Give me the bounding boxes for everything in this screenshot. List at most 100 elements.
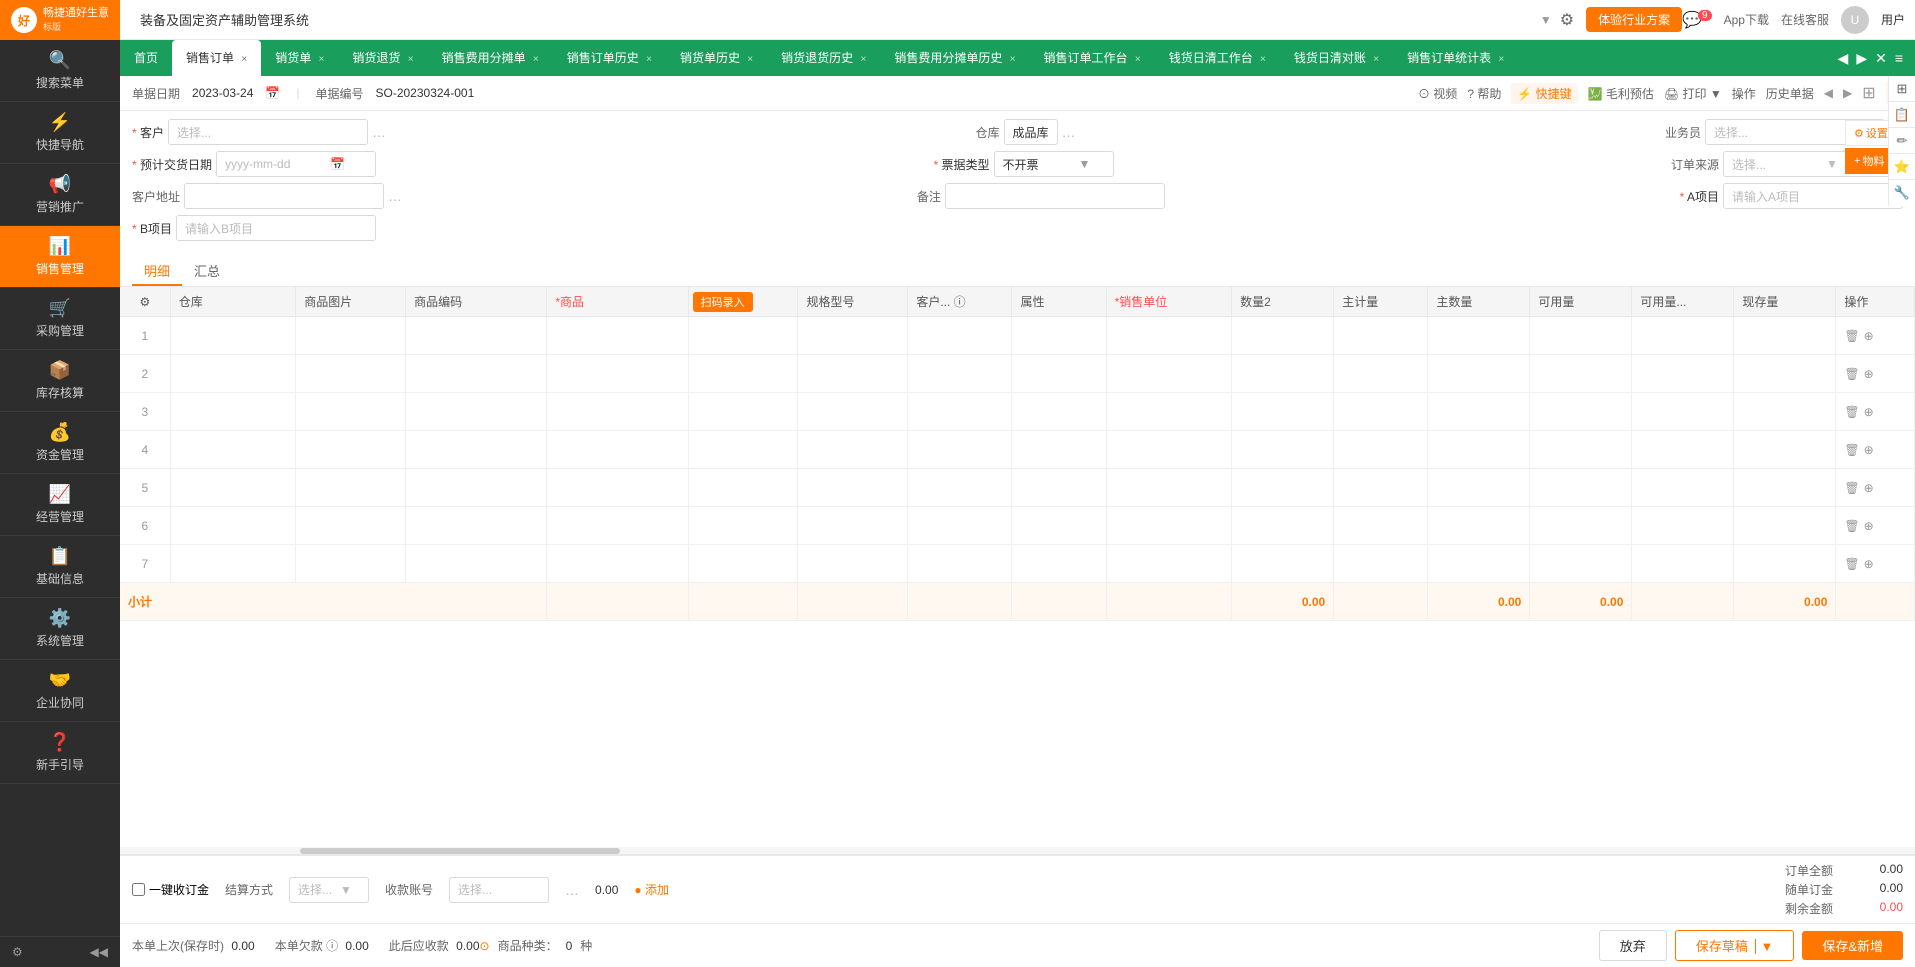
tab-close-all-icon[interactable]: ✕ [1871,50,1891,67]
one-click-payment-checkbox[interactable]: 一键收订金 [132,881,209,898]
tab-expense-history[interactable]: 销售费用分摊单历史 × [880,40,1029,76]
customer-address-input[interactable] [184,183,384,209]
row2-copy-icon[interactable]: ⊕ [1864,367,1874,381]
row7-product-code[interactable] [406,545,547,583]
save-new-button[interactable]: 保存&新增 [1802,931,1903,960]
row2-product-code[interactable] [406,355,547,393]
tab-close-icon[interactable]: × [1498,54,1504,65]
invoice-type-select[interactable]: 不开票 ▼ [994,151,1114,177]
row7-main-unit[interactable] [1334,545,1428,583]
sidebar-collapse-icon[interactable]: ◀◀ [90,945,108,959]
tab-prev-icon[interactable]: ◀ [1834,50,1853,67]
sidebar-item-search[interactable]: 🔍 搜索菜单 [0,40,120,102]
row4-warehouse[interactable] [170,431,296,469]
row6-product-code[interactable] [406,507,547,545]
row3-product[interactable] [547,393,688,431]
row5-main-qty[interactable] [1428,469,1530,507]
row7-warehouse[interactable] [170,545,296,583]
row4-sales-unit[interactable] [1106,431,1232,469]
payment-checkbox[interactable] [132,883,145,896]
tab-close-icon[interactable]: × [319,54,325,65]
address-more-icon[interactable]: … [388,188,402,204]
tab-close-icon[interactable]: × [646,54,652,65]
row3-qty2[interactable] [1232,393,1334,431]
save-draft-arrow-icon[interactable]: ▼ [1755,939,1773,954]
sidebar-item-marketing[interactable]: 📢 营销推广 [0,164,120,226]
tab-daily-reconcile[interactable]: 钱货日清对账 × [1280,40,1393,76]
row3-main-unit[interactable] [1334,393,1428,431]
row6-spec[interactable] [798,507,908,545]
right-panel-btn-1[interactable]: ⊞ [1889,76,1915,102]
tab-return-history[interactable]: 销货退货历史 × [767,40,880,76]
row4-customer-code[interactable] [908,431,1012,469]
tab-close-icon[interactable]: × [1373,54,1379,65]
history-btn[interactable]: 历史单据 [1766,85,1814,102]
sidebar-item-purchase[interactable]: 🛒 采购管理 [0,288,120,350]
industry-plan-button[interactable]: 体验行业方案 [1586,7,1682,32]
row5-qty2[interactable] [1232,469,1334,507]
dropdown-arrow-icon[interactable]: ▼ [1540,13,1552,27]
row7-sales-unit[interactable] [1106,545,1232,583]
row4-product-code[interactable] [406,431,547,469]
row1-copy-icon[interactable]: ⊕ [1864,329,1874,343]
scrollbar-thumb[interactable] [300,848,620,854]
row2-product[interactable] [547,355,688,393]
tab-daily-workbench[interactable]: 钱货日清工作台 × [1155,40,1280,76]
row3-attribute[interactable] [1012,393,1106,431]
row5-delete-icon[interactable]: 🗑 [1844,481,1859,495]
customer-more-icon[interactable]: … [372,124,386,140]
shortcut-btn[interactable]: ⚡ 快捷键 [1511,83,1577,104]
row6-delete-icon[interactable]: 🗑 [1844,519,1859,533]
sidebar-item-inventory[interactable]: 📦 库存核算 [0,350,120,412]
row1-delete-icon[interactable]: 🗑 [1844,329,1859,343]
row7-delete-icon[interactable]: 🗑 [1844,557,1859,571]
app-download-link[interactable]: App下载 [1724,11,1769,28]
add-receipt-btn[interactable]: ● 添加 [634,881,669,898]
row4-delete-icon[interactable]: 🗑 [1844,443,1859,457]
tab-sales-expense[interactable]: 销售费用分摊单 × [428,40,553,76]
row1-qty2[interactable] [1232,317,1334,355]
row2-customer-code[interactable] [908,355,1012,393]
row4-qty2[interactable] [1232,431,1334,469]
tab-sales-stats[interactable]: 销售订单统计表 × [1393,40,1518,76]
save-draft-button[interactable]: 保存草稿 ▼ [1675,930,1795,961]
row1-main-unit[interactable] [1334,317,1428,355]
row1-product-code[interactable] [406,317,547,355]
receipt-account-input[interactable]: 选择... [449,877,549,903]
row5-warehouse[interactable] [170,469,296,507]
nav-prev-icon[interactable]: ◀ [1824,86,1833,100]
row5-spec[interactable] [798,469,908,507]
row5-customer-code[interactable] [908,469,1012,507]
row4-main-qty[interactable] [1428,431,1530,469]
row4-spec[interactable] [798,431,908,469]
col-settings[interactable]: ⚙ [120,287,170,317]
row7-spec[interactable] [798,545,908,583]
tab-sales-order-history[interactable]: 销售订单历史 × [553,40,666,76]
row4-copy-icon[interactable]: ⊕ [1864,443,1874,457]
customer-input[interactable]: 选择... [168,119,368,145]
row2-delete-icon[interactable]: 🗑 [1844,367,1859,381]
receipt-more-icon[interactable]: … [565,882,579,898]
row6-warehouse[interactable] [170,507,296,545]
row3-spec[interactable] [798,393,908,431]
sidebar-item-guide[interactable]: ❓ 新手引导 [0,722,120,784]
product-count-icon[interactable]: ⊙ [480,939,490,953]
row5-attribute[interactable] [1012,469,1106,507]
row7-main-qty[interactable] [1428,545,1530,583]
delivery-date-input[interactable]: yyyy-mm-dd 📅 [216,151,376,177]
warehouse-more-icon[interactable]: … [1062,124,1076,140]
message-icon[interactable]: 💬9 [1682,10,1711,30]
tab-invoice-history[interactable]: 销货单历史 × [666,40,767,76]
row7-qty2[interactable] [1232,545,1334,583]
row6-customer-code[interactable] [908,507,1012,545]
row4-main-unit[interactable] [1334,431,1428,469]
warehouse-input[interactable]: 成品库 [1004,119,1058,145]
row1-attribute[interactable] [1012,317,1106,355]
current-discount-info-icon[interactable]: ⓘ [326,939,338,953]
row3-product-code[interactable] [406,393,547,431]
tab-close-icon[interactable]: × [1260,54,1266,65]
row1-warehouse[interactable] [170,317,296,355]
tab-sales-order[interactable]: 销售订单 × [172,40,261,76]
row3-copy-icon[interactable]: ⊕ [1864,405,1874,419]
a-project-input[interactable]: 请输入A项目 [1723,183,1903,209]
